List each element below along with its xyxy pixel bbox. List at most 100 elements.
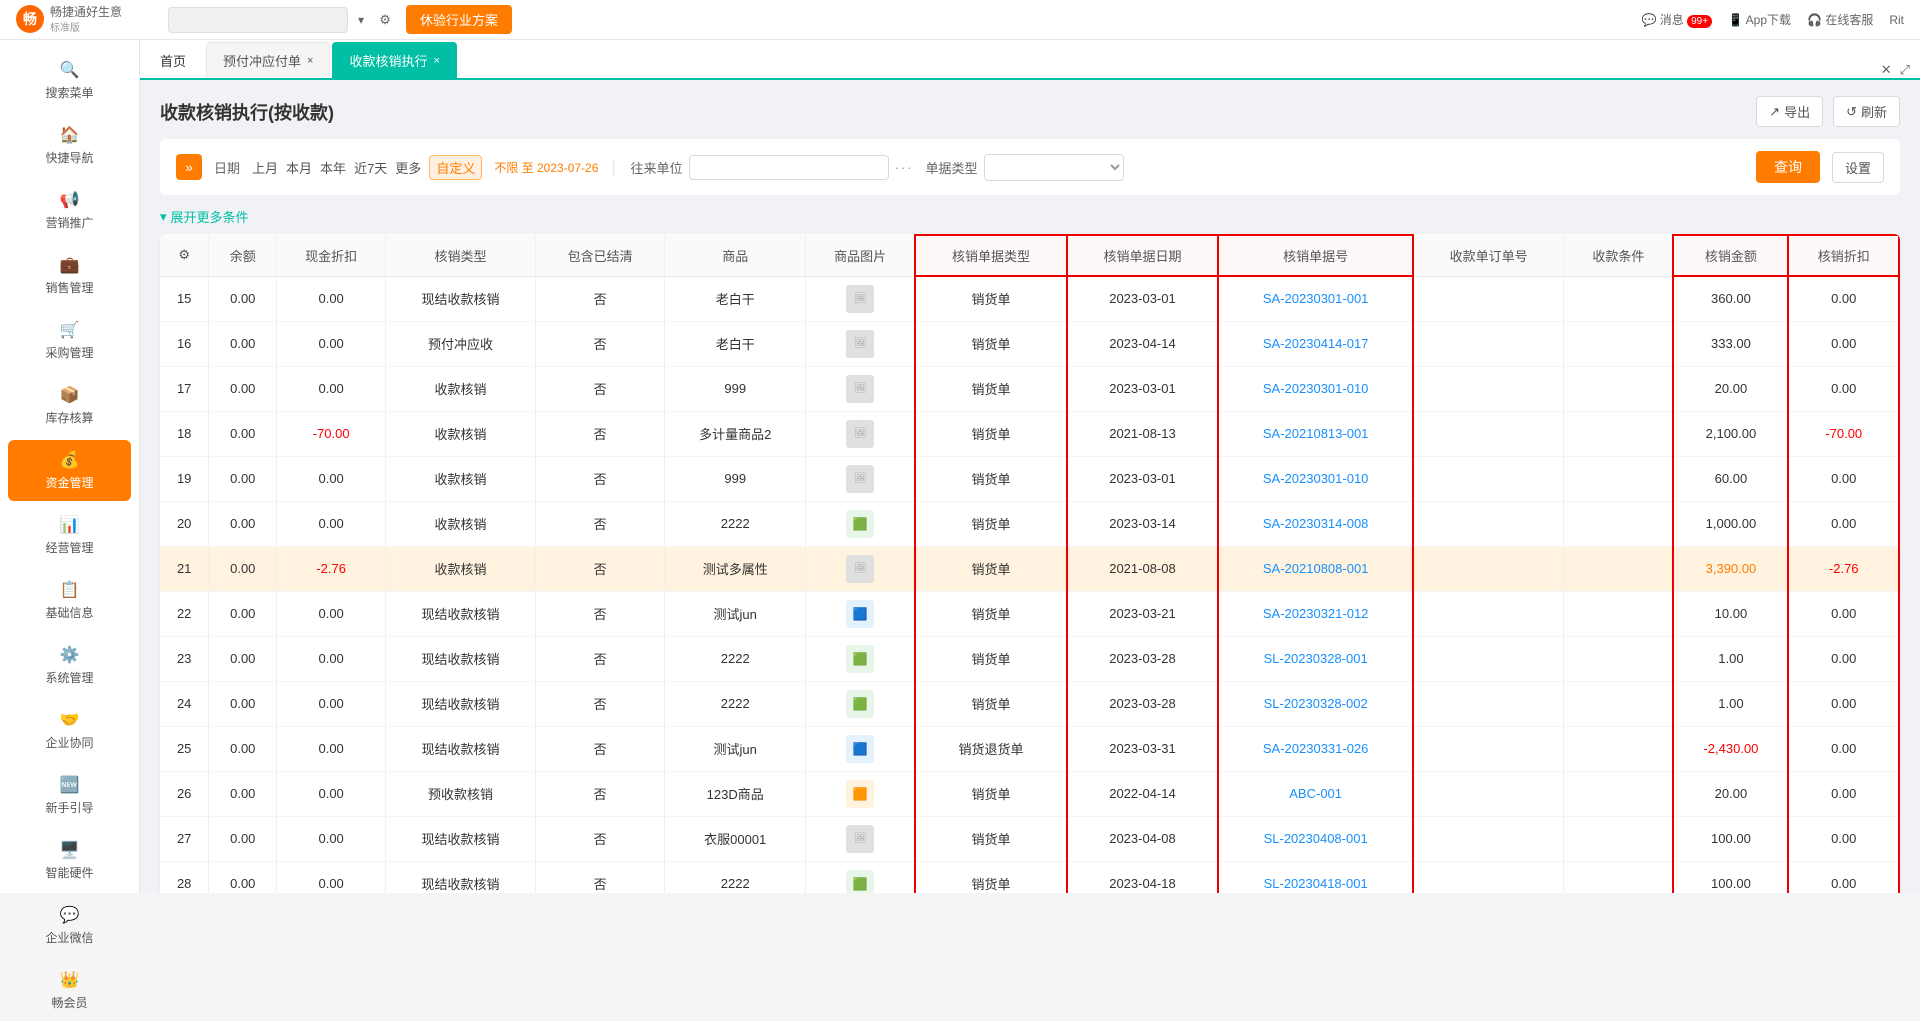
tab-prepay-close[interactable]: × bbox=[307, 55, 313, 67]
cell-verify-doc-no[interactable]: SL-20230328-001 bbox=[1218, 636, 1413, 681]
settings-button[interactable]: 设置 bbox=[1832, 152, 1884, 183]
cell-product: 2222 bbox=[665, 501, 806, 546]
doc-type-label: 单据类型 bbox=[926, 158, 978, 177]
cell-receipt-condition bbox=[1564, 366, 1674, 411]
date-more[interactable]: 更多 bbox=[395, 158, 421, 177]
sidebar-item-operation[interactable]: 📊 经营管理 bbox=[8, 505, 131, 566]
cell-verify-doc-no[interactable]: SL-20230418-001 bbox=[1218, 861, 1413, 893]
verify-doc-link[interactable]: SA-20230314-008 bbox=[1263, 516, 1369, 531]
chevron-down-icon: ▾ bbox=[160, 209, 167, 225]
cell-verify-doc-no[interactable]: ABC-001 bbox=[1218, 771, 1413, 816]
gear-icon[interactable]: ⚙ bbox=[374, 9, 396, 31]
filter-bar: » 日期 上月 本月 本年 近7天 更多 自定义 不限 至 2023-07-26… bbox=[160, 139, 1900, 195]
sidebar-item-wechat[interactable]: 💬 企业微信 bbox=[8, 895, 131, 956]
tab-expand-icon[interactable]: ⤢ bbox=[1900, 62, 1910, 78]
query-button[interactable]: 查询 bbox=[1756, 151, 1820, 183]
logo: 畅 畅捷通好生意 标准版 bbox=[16, 5, 156, 34]
cell-receipt-order-no bbox=[1413, 861, 1564, 893]
sidebar-item-finance[interactable]: 💰 资金管理 bbox=[8, 440, 131, 501]
verify-doc-link[interactable]: SA-20210808-001 bbox=[1263, 561, 1369, 576]
table-row: 21 0.00 -2.76 收款核销 否 测试多属性 🖼 销货单 2021-08… bbox=[160, 546, 1899, 591]
sidebar-item-member[interactable]: 👑 畅会员 bbox=[8, 960, 131, 1021]
cell-receipt-condition bbox=[1564, 321, 1674, 366]
sidebar-item-hardware[interactable]: 🖥️ 智能硬件 bbox=[8, 830, 131, 891]
sidebar-item-inventory[interactable]: 📦 库存核算 bbox=[8, 375, 131, 436]
verify-doc-link[interactable]: SL-20230328-001 bbox=[1264, 651, 1368, 666]
verify-doc-link[interactable]: ABC-001 bbox=[1289, 786, 1342, 801]
sidebar-label-member: 畅会员 bbox=[51, 994, 87, 1011]
th-write-off-discount: 核销折扣 bbox=[1788, 235, 1899, 276]
verify-doc-link[interactable]: SA-20230301-010 bbox=[1263, 471, 1369, 486]
doc-type-select[interactable] bbox=[984, 154, 1124, 181]
sidebar-item-corp[interactable]: 🤝 企业协同 bbox=[8, 700, 131, 761]
cell-verify-doc-no[interactable]: SA-20210808-001 bbox=[1218, 546, 1413, 591]
date-this-month[interactable]: 本月 bbox=[286, 158, 312, 177]
th-verify-doc-date: 核销单据日期 bbox=[1067, 235, 1218, 276]
sidebar-label-basic: 基础信息 bbox=[45, 604, 93, 621]
cell-write-off-discount: -2.76 bbox=[1788, 546, 1899, 591]
cell-verify-doc-no[interactable]: SA-20210813-001 bbox=[1218, 411, 1413, 456]
cell-verify-doc-no[interactable]: SA-20230321-012 bbox=[1218, 591, 1413, 636]
sidebar-item-sales[interactable]: 💼 销售管理 bbox=[8, 245, 131, 306]
tab-close-all-icon[interactable]: ✕ bbox=[1881, 62, 1892, 78]
verify-doc-link[interactable]: SA-20210813-001 bbox=[1263, 426, 1369, 441]
finance-icon: 💰 bbox=[60, 450, 80, 470]
app-download[interactable]: 📱 App下载 bbox=[1728, 11, 1791, 28]
cell-verify-doc-no[interactable]: SA-20230331-026 bbox=[1218, 726, 1413, 771]
verify-doc-link[interactable]: SL-20230408-001 bbox=[1264, 831, 1368, 846]
date-last-month[interactable]: 上月 bbox=[252, 158, 278, 177]
cell-verify-doc-no[interactable]: SA-20230414-017 bbox=[1218, 321, 1413, 366]
verify-doc-link[interactable]: SA-20230321-012 bbox=[1263, 606, 1369, 621]
cell-seq: 18 bbox=[160, 411, 209, 456]
tab-prepay[interactable]: 预付冲应付单 × bbox=[206, 42, 330, 78]
sidebar-label-purchase: 采购管理 bbox=[45, 344, 93, 361]
cell-verify-doc-date: 2023-03-31 bbox=[1067, 726, 1218, 771]
industry-solution-button[interactable]: 休验行业方案 bbox=[406, 5, 512, 34]
sidebar-label-hardware: 智能硬件 bbox=[45, 864, 93, 881]
cell-verify-doc-no[interactable]: SL-20230328-002 bbox=[1218, 681, 1413, 726]
sidebar-label-inventory: 库存核算 bbox=[45, 409, 93, 426]
verify-doc-link[interactable]: SA-20230301-010 bbox=[1263, 381, 1369, 396]
th-product: 商品 bbox=[665, 235, 806, 276]
verify-doc-link[interactable]: SL-20230418-001 bbox=[1264, 876, 1368, 891]
refresh-button[interactable]: ↺ 刷新 bbox=[1833, 96, 1900, 127]
from-unit-input[interactable] bbox=[689, 155, 889, 180]
expand-more-bar[interactable]: ▾ 展开更多条件 bbox=[160, 207, 1900, 226]
message-icon[interactable]: 💬 消息 99+ bbox=[1641, 11, 1712, 28]
cell-balance: 0.00 bbox=[209, 681, 277, 726]
cell-verify-doc-date: 2023-03-28 bbox=[1067, 636, 1218, 681]
user-avatar[interactable]: Rit bbox=[1889, 13, 1904, 27]
sidebar-label-system: 系统管理 bbox=[45, 669, 93, 686]
sidebar-item-purchase[interactable]: 🛒 采购管理 bbox=[8, 310, 131, 371]
online-service[interactable]: 🎧 在线客服 bbox=[1807, 11, 1873, 28]
tab-writeoff-close[interactable]: × bbox=[433, 55, 439, 67]
tab-writeoff[interactable]: 收款核销执行 × bbox=[332, 42, 456, 78]
sidebar-item-system[interactable]: ⚙️ 系统管理 bbox=[8, 635, 131, 696]
tab-home[interactable]: 首页 bbox=[140, 42, 206, 78]
date-this-year[interactable]: 本年 bbox=[320, 158, 346, 177]
cell-verify-doc-no[interactable]: SA-20230314-008 bbox=[1218, 501, 1413, 546]
cell-verify-doc-no[interactable]: SA-20230301-001 bbox=[1218, 276, 1413, 321]
sidebar-item-marketing[interactable]: 📢 营销推广 bbox=[8, 180, 131, 241]
verify-doc-link[interactable]: SA-20230301-001 bbox=[1263, 291, 1369, 306]
verify-doc-link[interactable]: SL-20230328-002 bbox=[1264, 696, 1368, 711]
sidebar-item-search[interactable]: 🔍 搜索菜单 bbox=[8, 50, 131, 111]
export-button[interactable]: ↗ 导出 bbox=[1756, 96, 1823, 127]
date-custom[interactable]: 自定义 bbox=[429, 155, 482, 180]
date-7days[interactable]: 近7天 bbox=[354, 158, 387, 177]
cell-verify-doc-no[interactable]: SL-20230408-001 bbox=[1218, 816, 1413, 861]
verify-doc-link[interactable]: SA-20230414-017 bbox=[1263, 336, 1369, 351]
cell-verify-doc-no[interactable]: SA-20230301-010 bbox=[1218, 456, 1413, 501]
dropdown-arrow[interactable]: ▾ bbox=[358, 13, 364, 27]
cell-write-off-type: 收款核销 bbox=[386, 501, 536, 546]
cell-verify-doc-no[interactable]: SA-20230301-010 bbox=[1218, 366, 1413, 411]
sidebar-item-guide[interactable]: 🆕 新手引导 bbox=[8, 765, 131, 826]
sidebar-item-shortcut[interactable]: 🏠 快捷导航 bbox=[8, 115, 131, 176]
from-unit-field: 往来单位 ··· bbox=[631, 155, 914, 180]
verify-doc-link[interactable]: SA-20230331-026 bbox=[1263, 741, 1369, 756]
cell-seq: 15 bbox=[160, 276, 209, 321]
table-body: 15 0.00 0.00 现结收款核销 否 老白干 🖼 销货单 2023-03-… bbox=[160, 276, 1899, 893]
filter-toggle[interactable]: » bbox=[176, 154, 202, 180]
sidebar-item-basic[interactable]: 📋 基础信息 bbox=[8, 570, 131, 631]
cell-include-settled: 否 bbox=[535, 861, 664, 893]
